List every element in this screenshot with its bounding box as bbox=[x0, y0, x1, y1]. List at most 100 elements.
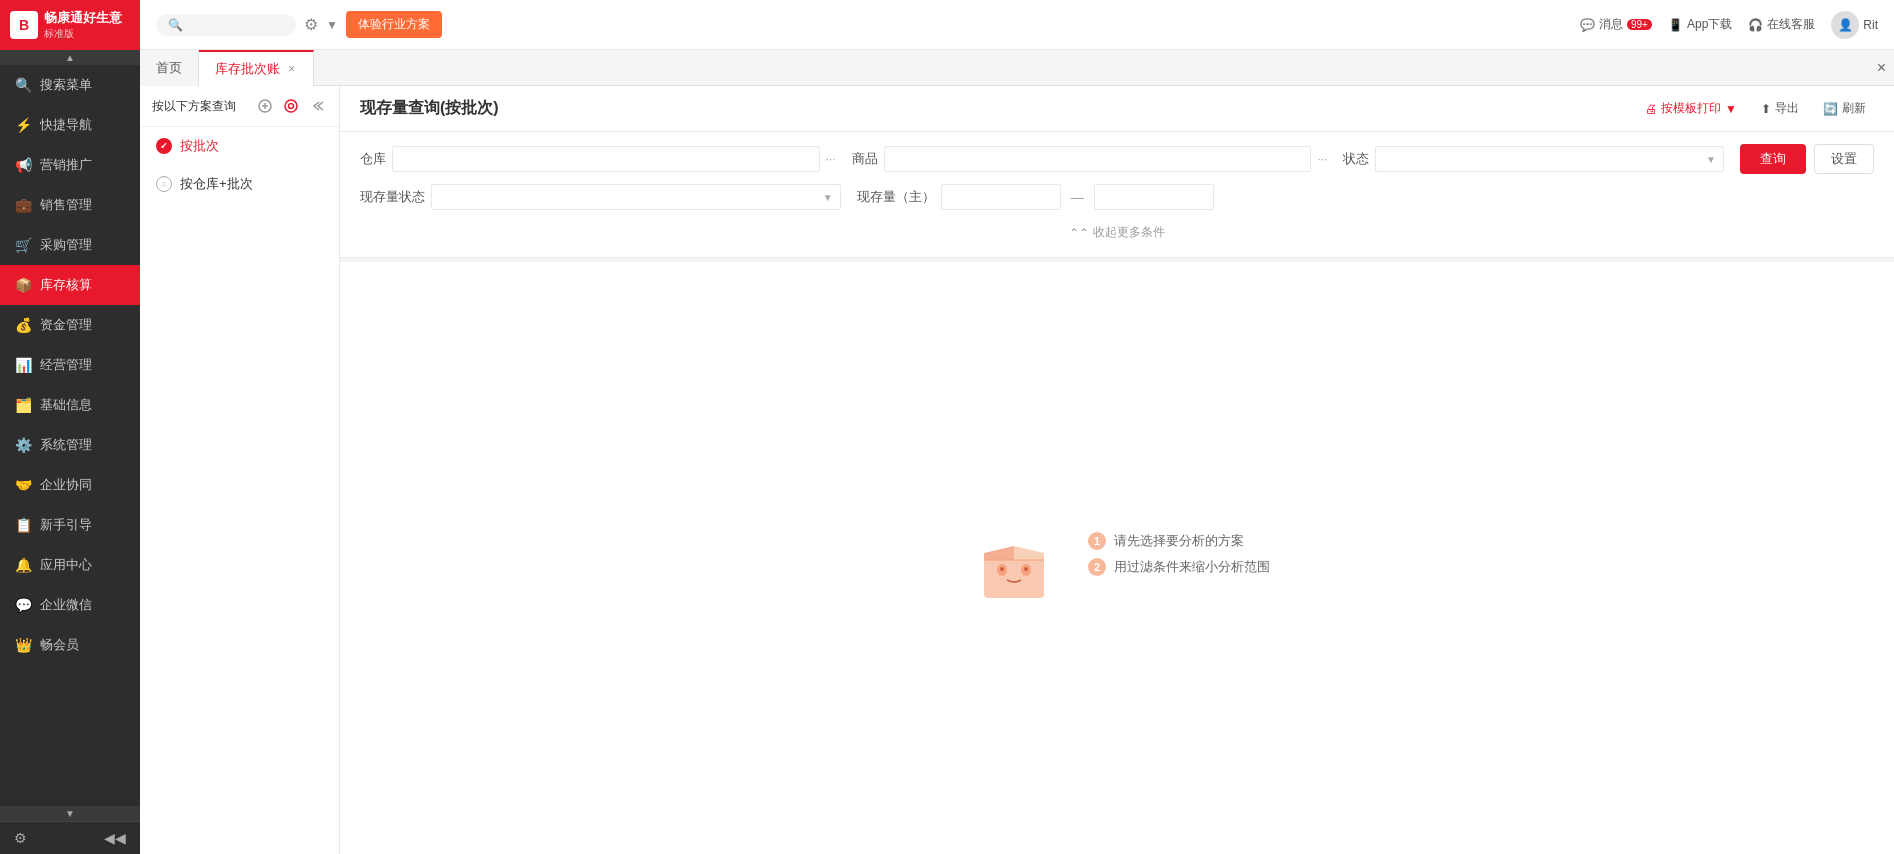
print-button[interactable]: 🖨 按模板打印 ▼ bbox=[1637, 96, 1745, 121]
plan-item-by-warehouse-batch[interactable]: ○ 按仓库+批次 bbox=[140, 165, 339, 203]
search-bar-icon: 🔍 bbox=[168, 18, 183, 32]
export-button[interactable]: ⬆ 导出 bbox=[1753, 96, 1807, 121]
collapse-sidebar-icon[interactable]: ◀◀ bbox=[104, 830, 126, 846]
print-label: 按模板打印 bbox=[1661, 100, 1721, 117]
scroll-up-btn[interactable]: ▲ bbox=[0, 50, 140, 65]
settings-icon[interactable]: ⚙ bbox=[304, 15, 318, 34]
scroll-down-btn[interactable]: ▼ bbox=[0, 806, 140, 821]
app-name: 畅康通好生意 bbox=[44, 10, 122, 27]
trial-btn[interactable]: 体验行业方案 bbox=[346, 11, 442, 38]
plan-by-warehouse-batch-label: 按仓库+批次 bbox=[180, 175, 253, 193]
svg-marker-7 bbox=[1014, 546, 1044, 560]
right-content: 现存量查询(按批次) 🖨 按模板打印 ▼ ⬆ 导出 🔄 刷新 bbox=[340, 86, 1894, 854]
empty-tip-2: 2 用过滤条件来缩小分析范围 bbox=[1088, 558, 1270, 576]
finance-icon: 💰 bbox=[14, 316, 32, 334]
app-download-action[interactable]: 📱 App下载 bbox=[1668, 16, 1732, 33]
inventory-amount-min-input[interactable] bbox=[941, 184, 1061, 210]
sidebar-item-marketing[interactable]: 📢 营销推广 bbox=[0, 145, 140, 185]
system-icon: ⚙️ bbox=[14, 436, 32, 454]
product-input[interactable] bbox=[884, 146, 1312, 172]
sidebar-item-label: 库存核算 bbox=[40, 276, 92, 294]
inventory-icon: 📦 bbox=[14, 276, 32, 294]
filter-product-group: 商品 ··· bbox=[852, 146, 1328, 172]
sidebar: B 畅康通好生意 标准版 ▲ 🔍 搜索菜单 ⚡ 快捷导航 📢 营销推广 💼 销售… bbox=[0, 0, 140, 854]
collapse-up-icon: ⌃⌃ bbox=[1069, 226, 1089, 240]
query-button[interactable]: 查询 bbox=[1740, 144, 1806, 174]
inventory-amount-max-input[interactable] bbox=[1094, 184, 1214, 210]
member-icon: 👑 bbox=[14, 636, 32, 654]
plan-active-indicator: ✓ bbox=[156, 138, 172, 154]
app-logo: B bbox=[10, 11, 38, 39]
header-right: 💬 消息 99+ 📱 App下载 🎧 在线客服 👤 Rit bbox=[1580, 11, 1878, 39]
collapse-panel-button[interactable] bbox=[307, 96, 327, 116]
message-action[interactable]: 💬 消息 99+ bbox=[1580, 16, 1652, 33]
tip-text-1: 请先选择要分析的方案 bbox=[1114, 532, 1244, 550]
sidebar-item-search[interactable]: 🔍 搜索菜单 bbox=[0, 65, 140, 105]
sidebar-item-quick-nav[interactable]: ⚡ 快捷导航 bbox=[0, 105, 140, 145]
tab-inventory-batch[interactable]: 库存批次账 × bbox=[199, 50, 314, 86]
warehouse-more-icon[interactable]: ··· bbox=[826, 152, 836, 166]
refresh-label: 刷新 bbox=[1842, 100, 1866, 117]
sidebar-item-sales[interactable]: 💼 销售管理 bbox=[0, 185, 140, 225]
svg-point-3 bbox=[285, 100, 297, 112]
sidebar-nav: 🔍 搜索菜单 ⚡ 快捷导航 📢 营销推广 💼 销售管理 🛒 采购管理 📦 库存核… bbox=[0, 65, 140, 806]
tab-home[interactable]: 首页 bbox=[140, 50, 199, 86]
close-page-button[interactable]: × bbox=[1877, 59, 1886, 77]
warehouse-label: 仓库 bbox=[360, 150, 386, 168]
sidebar-item-label: 企业协同 bbox=[40, 476, 92, 494]
sidebar-item-enterprise-wechat[interactable]: 💬 企业微信 bbox=[0, 585, 140, 625]
message-icon: 💬 bbox=[1580, 18, 1595, 32]
status-select-wrapper: ▼ bbox=[1375, 146, 1724, 172]
tab-inventory-batch-label: 库存批次账 bbox=[215, 60, 280, 78]
search-icon: 🔍 bbox=[14, 76, 32, 94]
sidebar-item-newbie-guide[interactable]: 📋 新手引导 bbox=[0, 505, 140, 545]
sidebar-item-basics[interactable]: 🗂️ 基础信息 bbox=[0, 385, 140, 425]
sidebar-item-operations[interactable]: 📊 经营管理 bbox=[0, 345, 140, 385]
menu-search-bar[interactable]: 🔍 bbox=[156, 14, 296, 36]
sidebar-item-label: 搜索菜单 bbox=[40, 76, 92, 94]
svg-point-11 bbox=[1024, 567, 1028, 571]
filter-inventory-amount-group: 现存量（主） — bbox=[857, 184, 1338, 210]
add-plan-button[interactable] bbox=[255, 96, 275, 116]
filter-inventory-status-group: 现存量状态 ▼ bbox=[360, 184, 841, 210]
headset-icon: 🎧 bbox=[1748, 18, 1763, 32]
message-label: 消息 bbox=[1599, 16, 1623, 33]
online-service-label: 在线客服 bbox=[1767, 16, 1815, 33]
status-select[interactable] bbox=[1375, 146, 1724, 172]
tab-bar: 首页 库存批次账 × × bbox=[140, 50, 1894, 86]
export-icon: ⬆ bbox=[1761, 102, 1771, 116]
product-more-icon[interactable]: ··· bbox=[1317, 152, 1327, 166]
tip-text-2: 用过滤条件来缩小分析范围 bbox=[1114, 558, 1270, 576]
inventory-status-select[interactable] bbox=[431, 184, 841, 210]
content-area: 按以下方案查询 bbox=[140, 86, 1894, 854]
sidebar-item-system[interactable]: ⚙️ 系统管理 bbox=[0, 425, 140, 465]
sidebar-item-finance[interactable]: 💰 资金管理 bbox=[0, 305, 140, 345]
user-action[interactable]: 👤 Rit bbox=[1831, 11, 1878, 39]
plan-item-by-batch[interactable]: ✓ 按批次 bbox=[140, 127, 339, 165]
left-panel: 按以下方案查询 bbox=[140, 86, 340, 854]
manage-plan-button[interactable] bbox=[281, 96, 301, 116]
sidebar-item-inventory[interactable]: 📦 库存核算 bbox=[0, 265, 140, 305]
tab-close-button[interactable]: × bbox=[286, 62, 297, 76]
left-panel-actions bbox=[255, 96, 327, 116]
sidebar-item-purchase[interactable]: 🛒 采购管理 bbox=[0, 225, 140, 265]
svg-point-10 bbox=[1000, 567, 1004, 571]
settings-footer-icon[interactable]: ⚙ bbox=[14, 830, 27, 846]
dropdown-icon[interactable]: ▼ bbox=[326, 18, 338, 32]
warehouse-input[interactable] bbox=[392, 146, 820, 172]
top-header: 🔍 ⚙ ▼ 体验行业方案 💬 消息 99+ 📱 App下载 🎧 在线客服 bbox=[140, 0, 1894, 50]
sidebar-item-member[interactable]: 👑 畅会员 bbox=[0, 625, 140, 665]
sidebar-header: B 畅康通好生意 标准版 bbox=[0, 0, 140, 50]
collapse-filter-button[interactable]: ⌃⌃ 收起更多条件 bbox=[360, 220, 1874, 245]
quick-nav-icon: ⚡ bbox=[14, 116, 32, 134]
left-panel-header: 按以下方案查询 bbox=[140, 86, 339, 127]
sidebar-item-label: 新手引导 bbox=[40, 516, 92, 534]
tip-num-2: 2 bbox=[1088, 558, 1106, 576]
sidebar-item-app-center[interactable]: 🔔 应用中心 bbox=[0, 545, 140, 585]
sidebar-item-enterprise-collab[interactable]: 🤝 企业协同 bbox=[0, 465, 140, 505]
refresh-button[interactable]: 🔄 刷新 bbox=[1815, 96, 1874, 121]
settings-button[interactable]: 设置 bbox=[1814, 144, 1874, 174]
product-label: 商品 bbox=[852, 150, 878, 168]
sidebar-item-label: 销售管理 bbox=[40, 196, 92, 214]
online-service-action[interactable]: 🎧 在线客服 bbox=[1748, 16, 1815, 33]
